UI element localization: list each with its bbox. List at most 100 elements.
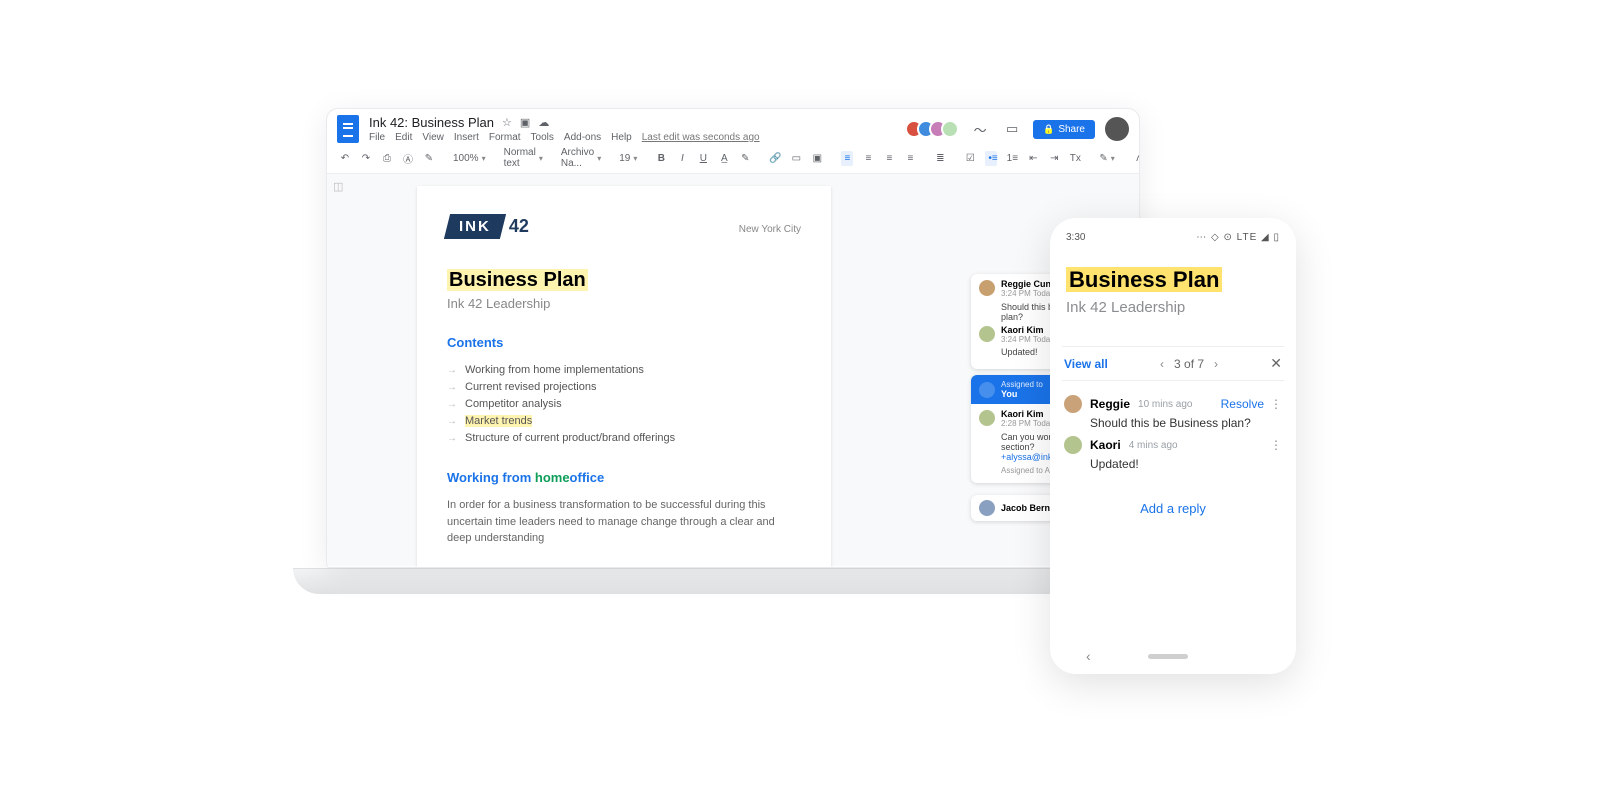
add-reply-button[interactable]: Add a reply [1064, 501, 1282, 516]
docs-logo-icon[interactable] [337, 115, 359, 143]
insert-link-icon[interactable]: 🔗 [769, 153, 781, 164]
presence-avatar[interactable] [941, 120, 959, 138]
comment-time: 4 mins ago [1129, 440, 1178, 451]
comment-text: Should this be Business plan? [1090, 416, 1282, 430]
decrease-indent-icon[interactable]: ⇤ [1027, 153, 1039, 164]
comment-time: 3:24 PM Today [1001, 336, 1054, 345]
toc-item[interactable]: Competitor analysis [447, 398, 801, 410]
line-spacing-icon[interactable]: ≣ [934, 153, 946, 164]
docs-toolbar: ↶ ↷ ⎙ Ⓐ ✎ 100% Normal text Archivo Na...… [327, 143, 1139, 174]
phone-device: 3:30 ⋯ ◇ ⊙ LTE ◢ ▯ Business Plan Ink 42 … [1050, 218, 1296, 674]
avatar-icon [1064, 436, 1082, 454]
docs-window: Ink 42: Business Plan ☆ ▣ ☁ File Edit Vi… [326, 108, 1140, 568]
section-heading: Working from homeoffice [447, 470, 801, 485]
align-justify-icon[interactable]: ≡ [904, 153, 916, 164]
zoom-dropdown[interactable]: 100% [453, 153, 486, 164]
comment-time: 10 mins ago [1138, 399, 1192, 410]
laptop-device: Ink 42: Business Plan ☆ ▣ ☁ File Edit Vi… [326, 108, 1140, 610]
doc-subtitle: Ink 42 Leadership [447, 296, 801, 311]
menu-format[interactable]: Format [489, 132, 521, 143]
view-all-link[interactable]: View all [1064, 357, 1108, 371]
underline-icon[interactable]: U [697, 153, 709, 164]
laptop-base [293, 568, 1173, 594]
avatar-icon [979, 410, 995, 426]
highlight-icon[interactable]: ✎ [739, 153, 751, 164]
last-edit-link[interactable]: Last edit was seconds ago [642, 132, 760, 143]
comment-author: Reggie [1090, 397, 1130, 411]
toc-item[interactable]: Structure of current product/brand offer… [447, 432, 801, 444]
home-pill-icon[interactable] [1148, 654, 1188, 659]
account-avatar[interactable] [1105, 117, 1129, 141]
align-right-icon[interactable]: ≡ [883, 153, 895, 164]
spellcheck-icon[interactable]: Ⓐ [402, 151, 414, 166]
checklist-icon[interactable]: ☑ [964, 153, 976, 164]
prev-comment-icon[interactable]: ‹ [1160, 357, 1164, 371]
document-title[interactable]: Ink 42: Business Plan [369, 115, 494, 130]
back-icon[interactable]: ‹ [1086, 648, 1091, 664]
paragraph-style-dropdown[interactable]: Normal text [504, 147, 543, 169]
menu-tools[interactable]: Tools [531, 132, 554, 143]
document-page[interactable]: INK 42 New York City Business Plan Ink 4… [417, 186, 831, 568]
presence-avatars[interactable] [911, 120, 959, 138]
header-city: New York City [739, 224, 801, 235]
clear-format-icon[interactable]: Tx [1069, 153, 1081, 164]
resolve-button[interactable]: Resolve [1221, 397, 1264, 411]
toc-item[interactable]: Working from home implementations [447, 364, 801, 376]
insert-image-icon[interactable]: ▣ [811, 153, 823, 164]
close-icon[interactable]: ✕ [1270, 355, 1282, 372]
menu-insert[interactable]: Insert [454, 132, 479, 143]
docs-canvas: ◫ INK 42 New York City Business Plan Ink… [327, 174, 1139, 566]
avatar-icon [979, 382, 995, 398]
phone-comment-thread: Reggie 10 mins ago Resolve ⋮ Should this… [1062, 381, 1284, 524]
insert-comment-icon[interactable]: ▭ [790, 153, 802, 164]
phone-document-view[interactable]: Business Plan Ink 42 Leadership [1062, 249, 1284, 346]
star-icon[interactable]: ☆ [502, 116, 512, 129]
next-comment-icon[interactable]: › [1214, 357, 1218, 371]
phone-status-bar: 3:30 ⋯ ◇ ⊙ LTE ◢ ▯ [1062, 232, 1284, 249]
comment-text: Updated! [1090, 457, 1282, 471]
increase-indent-icon[interactable]: ⇥ [1048, 153, 1060, 164]
menu-addons[interactable]: Add-ons [564, 132, 601, 143]
assigned-label: Assigned to [1001, 380, 1043, 389]
undo-icon[interactable]: ↶ [339, 153, 351, 164]
move-icon[interactable]: ▣ [520, 116, 530, 129]
avatar-icon [979, 326, 995, 342]
toc-item[interactable]: Market trends [447, 415, 801, 427]
font-size-dropdown[interactable]: 19 [619, 153, 637, 164]
company-logo: INK 42 [447, 214, 529, 239]
menu-edit[interactable]: Edit [395, 132, 412, 143]
more-icon[interactable]: ⋮ [1270, 438, 1282, 452]
bold-icon[interactable]: B [655, 153, 667, 164]
avatar-icon [1064, 395, 1082, 413]
toc-item[interactable]: Current revised projections [447, 381, 801, 393]
cloud-saved-icon[interactable]: ☁ [538, 116, 549, 129]
font-dropdown[interactable]: Archivo Na... [561, 147, 601, 169]
avatar-icon [979, 500, 995, 516]
comments-icon[interactable]: ▭ [1001, 118, 1023, 140]
outline-toggle-icon[interactable]: ◫ [327, 174, 357, 566]
more-icon[interactable]: ⋮ [1270, 397, 1282, 411]
assigned-to: You [1001, 389, 1043, 399]
avatar-icon [979, 280, 995, 296]
bulleted-list-icon[interactable]: •≡ [985, 151, 997, 166]
contents-heading: Contents [447, 335, 801, 350]
paint-format-icon[interactable]: ✎ [423, 153, 435, 164]
italic-icon[interactable]: I [676, 153, 688, 164]
menu-help[interactable]: Help [611, 132, 632, 143]
share-button[interactable]: Share [1033, 120, 1095, 139]
collapse-toolbar-icon[interactable]: ʌ [1133, 153, 1140, 164]
text-color-icon[interactable]: A̲ [718, 153, 730, 164]
doc-subtitle: Ink 42 Leadership [1066, 299, 1280, 316]
redo-icon[interactable]: ↷ [360, 153, 372, 164]
align-center-icon[interactable]: ≡ [862, 153, 874, 164]
numbered-list-icon[interactable]: 1≡ [1006, 153, 1018, 164]
comment-author: Kaori [1090, 438, 1121, 452]
print-icon[interactable]: ⎙ [381, 153, 393, 164]
phone-nav-bar: ‹ [1062, 642, 1284, 666]
menu-file[interactable]: File [369, 132, 385, 143]
editing-mode-dropdown[interactable]: ✎ [1099, 153, 1114, 164]
align-left-icon[interactable]: ≡ [841, 151, 853, 166]
menu-view[interactable]: View [422, 132, 444, 143]
activity-icon[interactable]: 〜 [969, 118, 991, 140]
doc-heading-1: Business Plan [447, 269, 588, 291]
